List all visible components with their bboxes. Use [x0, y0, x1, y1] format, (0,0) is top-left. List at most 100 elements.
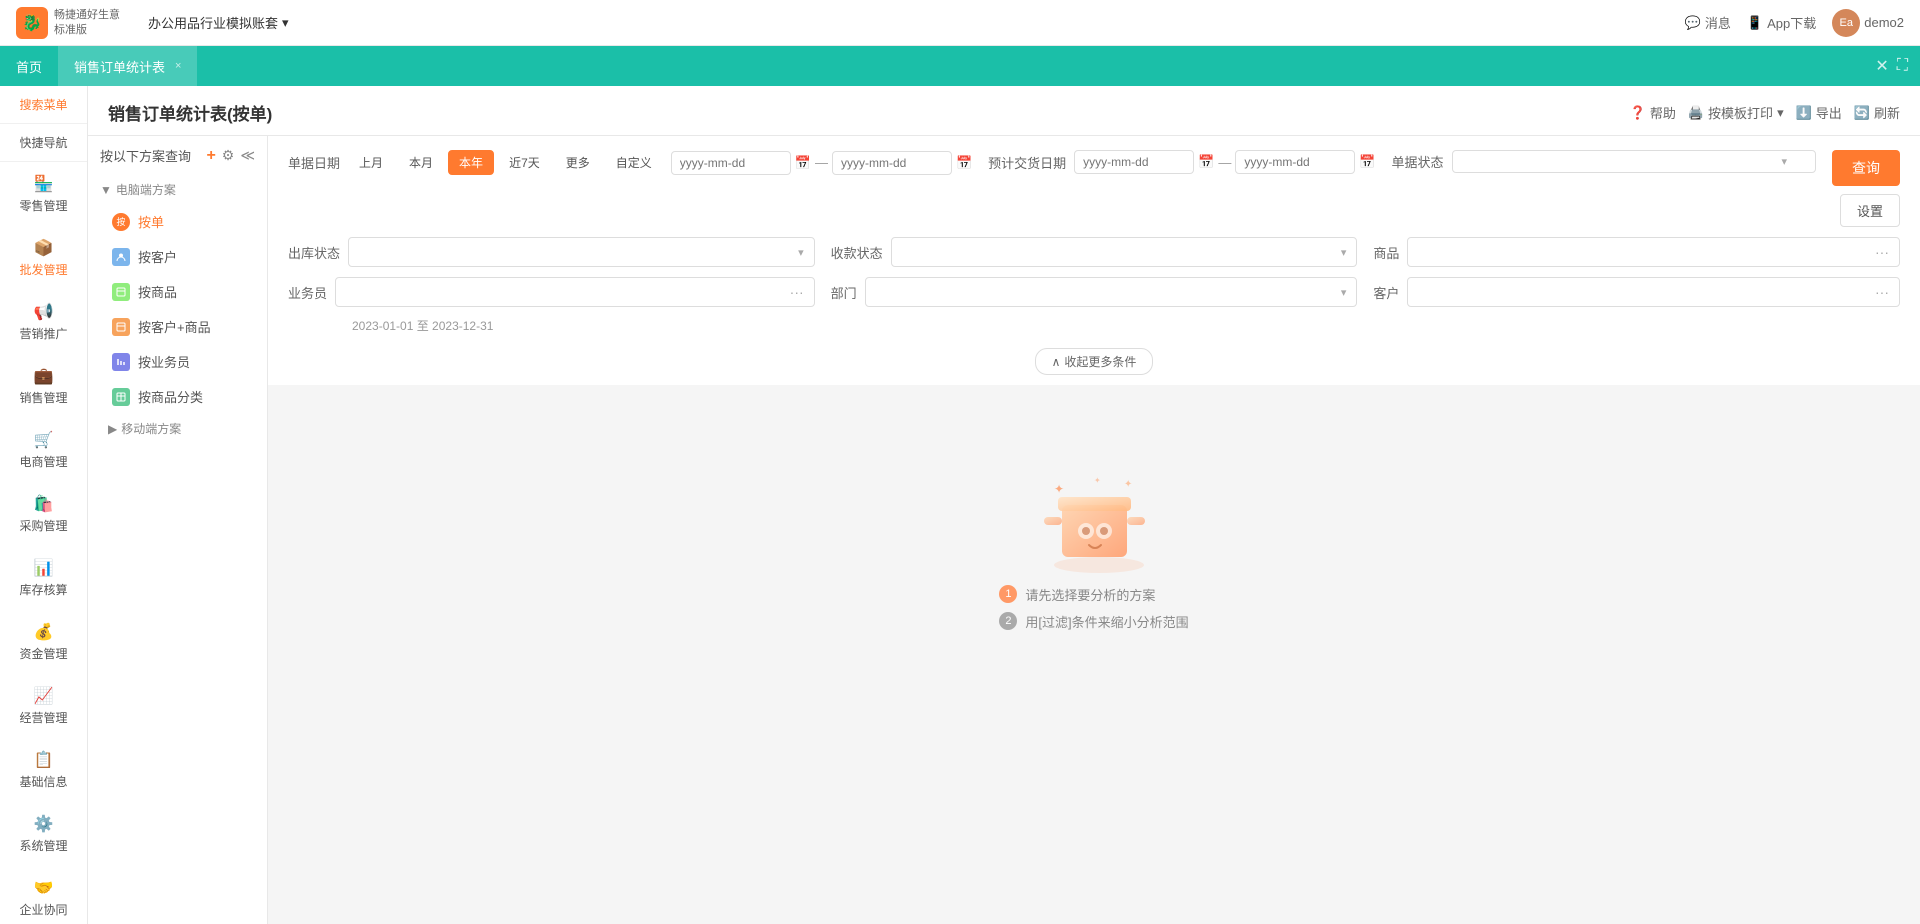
product-dots-icon[interactable]: ···: [1875, 244, 1889, 260]
department-chevron-icon: ▾: [1341, 286, 1347, 299]
sidebar-item-marketing[interactable]: 📢 营销推广: [0, 290, 87, 354]
sidebar-item-system[interactable]: ⚙️ 系统管理: [0, 802, 87, 866]
sidebar-item-search-menu[interactable]: 搜索菜单: [0, 86, 87, 124]
company-selector[interactable]: 办公用品行业模拟账套 ▾: [148, 13, 289, 32]
sidebar-item-procurement[interactable]: 🛍️ 采购管理: [0, 482, 87, 546]
customer-select[interactable]: ···: [1407, 277, 1900, 307]
query-button[interactable]: 查询: [1832, 150, 1900, 186]
date-btn-custom[interactable]: 自定义: [605, 150, 663, 175]
sidebar-item-finance[interactable]: 💰 资金管理: [0, 610, 87, 674]
by-product-icon: [112, 283, 130, 301]
by-cp-icon: [112, 318, 130, 336]
salesperson-select[interactable]: ···: [335, 277, 815, 307]
system-icon: ⚙️: [34, 814, 54, 834]
top-bar: 🐉 畅捷通好生意 标准版 办公用品行业模拟账套 ▾ 💬 消息 📱 App下载 E…: [0, 0, 1920, 46]
scheme-item-by-customer-product[interactable]: 按客户+商品: [88, 309, 267, 344]
scheme-group-desktop[interactable]: ▼ 电脑端方案: [88, 175, 267, 204]
payment-status-chevron-icon: ▾: [1341, 246, 1347, 259]
calendar-start-icon[interactable]: 📅: [795, 155, 811, 171]
date-btn-last-month[interactable]: 上月: [348, 150, 394, 175]
delivery-status-label: 出库状态: [288, 243, 340, 262]
delivery-start-input[interactable]: [1074, 150, 1194, 174]
delivery-status-chevron-icon: ▾: [798, 246, 804, 259]
finance-icon: 💰: [34, 622, 54, 642]
empty-state: ✦ ✦ ✦: [268, 385, 1920, 711]
retail-icon: 🏪: [34, 174, 54, 194]
collapse-row: ∧ 收起更多条件: [288, 338, 1900, 385]
collapse-scheme-button[interactable]: ≪: [240, 147, 255, 164]
sidebar-item-quick-nav[interactable]: 快捷导航: [0, 124, 87, 162]
tab-sales-order-stats[interactable]: 销售订单统计表 ×: [58, 46, 197, 86]
delivery-end-input[interactable]: [1235, 150, 1355, 174]
scheme-item-by-salesperson[interactable]: 按业务员: [88, 344, 267, 379]
user-menu[interactable]: Ea demo2: [1832, 9, 1904, 37]
sidebar-item-basic-info[interactable]: 📋 基础信息: [0, 738, 87, 802]
avatar: Ea: [1832, 9, 1860, 37]
svg-text:✦: ✦: [1124, 479, 1132, 490]
sidebar-item-operations[interactable]: 📈 经营管理: [0, 674, 87, 738]
order-status-label: 单据状态: [1392, 152, 1444, 171]
print-icon: 🖨️: [1688, 105, 1704, 121]
scheme-header-actions: + ⚙ ≪: [206, 147, 255, 165]
sidebar-item-retail[interactable]: 🏪 零售管理: [0, 162, 87, 226]
sidebar: 搜索菜单 快捷导航 🏪 零售管理 📦 批发管理 📢 营销推广 💼 销售管理 🛒 …: [0, 86, 88, 924]
message-button[interactable]: 💬 消息: [1685, 13, 1731, 32]
inventory-icon: 📊: [34, 558, 54, 578]
date-btn-more[interactable]: 更多: [555, 150, 601, 175]
tab-close-icon[interactable]: ×: [175, 60, 181, 72]
empty-svg: ✦ ✦ ✦: [1034, 465, 1164, 575]
collapse-more-button[interactable]: ∧ 收起更多条件: [1035, 348, 1154, 375]
date-btn-this-year[interactable]: 本年: [448, 150, 494, 175]
date-end-input[interactable]: [832, 151, 952, 175]
help-button[interactable]: ❓ 帮助: [1630, 103, 1676, 122]
inner-layout: 按以下方案查询 + ⚙ ≪ ▼ 电脑端方案 按 按单: [88, 136, 1920, 924]
sidebar-item-enterprise[interactable]: 🤝 企业协同: [0, 866, 87, 924]
date-start-input[interactable]: [671, 151, 791, 175]
logo-area: 🐉 畅捷通好生意 标准版: [16, 7, 120, 39]
phone-icon: 📱: [1747, 15, 1763, 31]
app-download-button[interactable]: 📱 App下载: [1747, 13, 1816, 32]
sidebar-item-inventory[interactable]: 📊 库存核算: [0, 546, 87, 610]
sidebar-item-sales[interactable]: 💼 销售管理: [0, 354, 87, 418]
tab-close-button[interactable]: ✕: [1875, 56, 1888, 76]
department-select[interactable]: ▾: [865, 277, 1358, 307]
settings-scheme-button[interactable]: ⚙: [222, 147, 235, 164]
scheme-item-by-product[interactable]: 按商品: [88, 274, 267, 309]
order-status-select[interactable]: ▾: [1452, 150, 1816, 173]
by-person-icon: [112, 353, 130, 371]
scheme-item-by-customer[interactable]: 按客户: [88, 239, 267, 274]
date-range-display: 2023-01-01 至 2023-12-31: [352, 317, 493, 334]
calendar-delivery-end-icon[interactable]: 📅: [1359, 154, 1375, 170]
date-btn-last7[interactable]: 近7天: [498, 150, 551, 175]
delivery-status-select[interactable]: ▾: [348, 237, 815, 267]
logo-icon: 🐉: [16, 7, 48, 39]
tab-maximize-button[interactable]: ⛶: [1897, 57, 1908, 75]
date-btn-this-month[interactable]: 本月: [398, 150, 444, 175]
wholesale-icon: 📦: [34, 238, 54, 258]
page-title: 销售订单统计表(按单): [108, 100, 272, 125]
customer-label: 客户: [1373, 283, 1399, 302]
by-category-icon: [112, 388, 130, 406]
empty-illustration: ✦ ✦ ✦: [1034, 465, 1154, 565]
export-button[interactable]: ⬇️ 导出: [1796, 103, 1842, 122]
scheme-item-by-order[interactable]: 按 按单: [88, 204, 267, 239]
setting-button[interactable]: 设置: [1840, 194, 1900, 227]
sidebar-item-ecommerce[interactable]: 🛒 电商管理: [0, 418, 87, 482]
export-icon: ⬇️: [1796, 105, 1812, 121]
delivery-date-label: 预计交货日期: [988, 153, 1066, 172]
refresh-button[interactable]: 🔄 刷新: [1854, 103, 1900, 122]
template-print-button[interactable]: 🖨️ 按模板打印 ▾: [1688, 103, 1784, 122]
scheme-group-mobile[interactable]: ▶ 移动端方案: [88, 414, 267, 443]
product-select[interactable]: ···: [1407, 237, 1900, 267]
add-scheme-button[interactable]: +: [206, 147, 215, 165]
department-label: 部门: [831, 283, 857, 302]
scheme-item-by-category[interactable]: 按商品分类: [88, 379, 267, 414]
payment-status-select[interactable]: ▾: [891, 237, 1358, 267]
tab-home[interactable]: 首页: [0, 46, 58, 86]
salesperson-dots-icon[interactable]: ···: [790, 284, 804, 300]
customer-dots-icon[interactable]: ···: [1875, 284, 1889, 300]
calendar-delivery-start-icon[interactable]: 📅: [1198, 154, 1214, 170]
sidebar-item-wholesale[interactable]: 📦 批发管理: [0, 226, 87, 290]
arrow-down-icon: ▼: [100, 183, 112, 197]
calendar-end-icon[interactable]: 📅: [956, 155, 972, 171]
